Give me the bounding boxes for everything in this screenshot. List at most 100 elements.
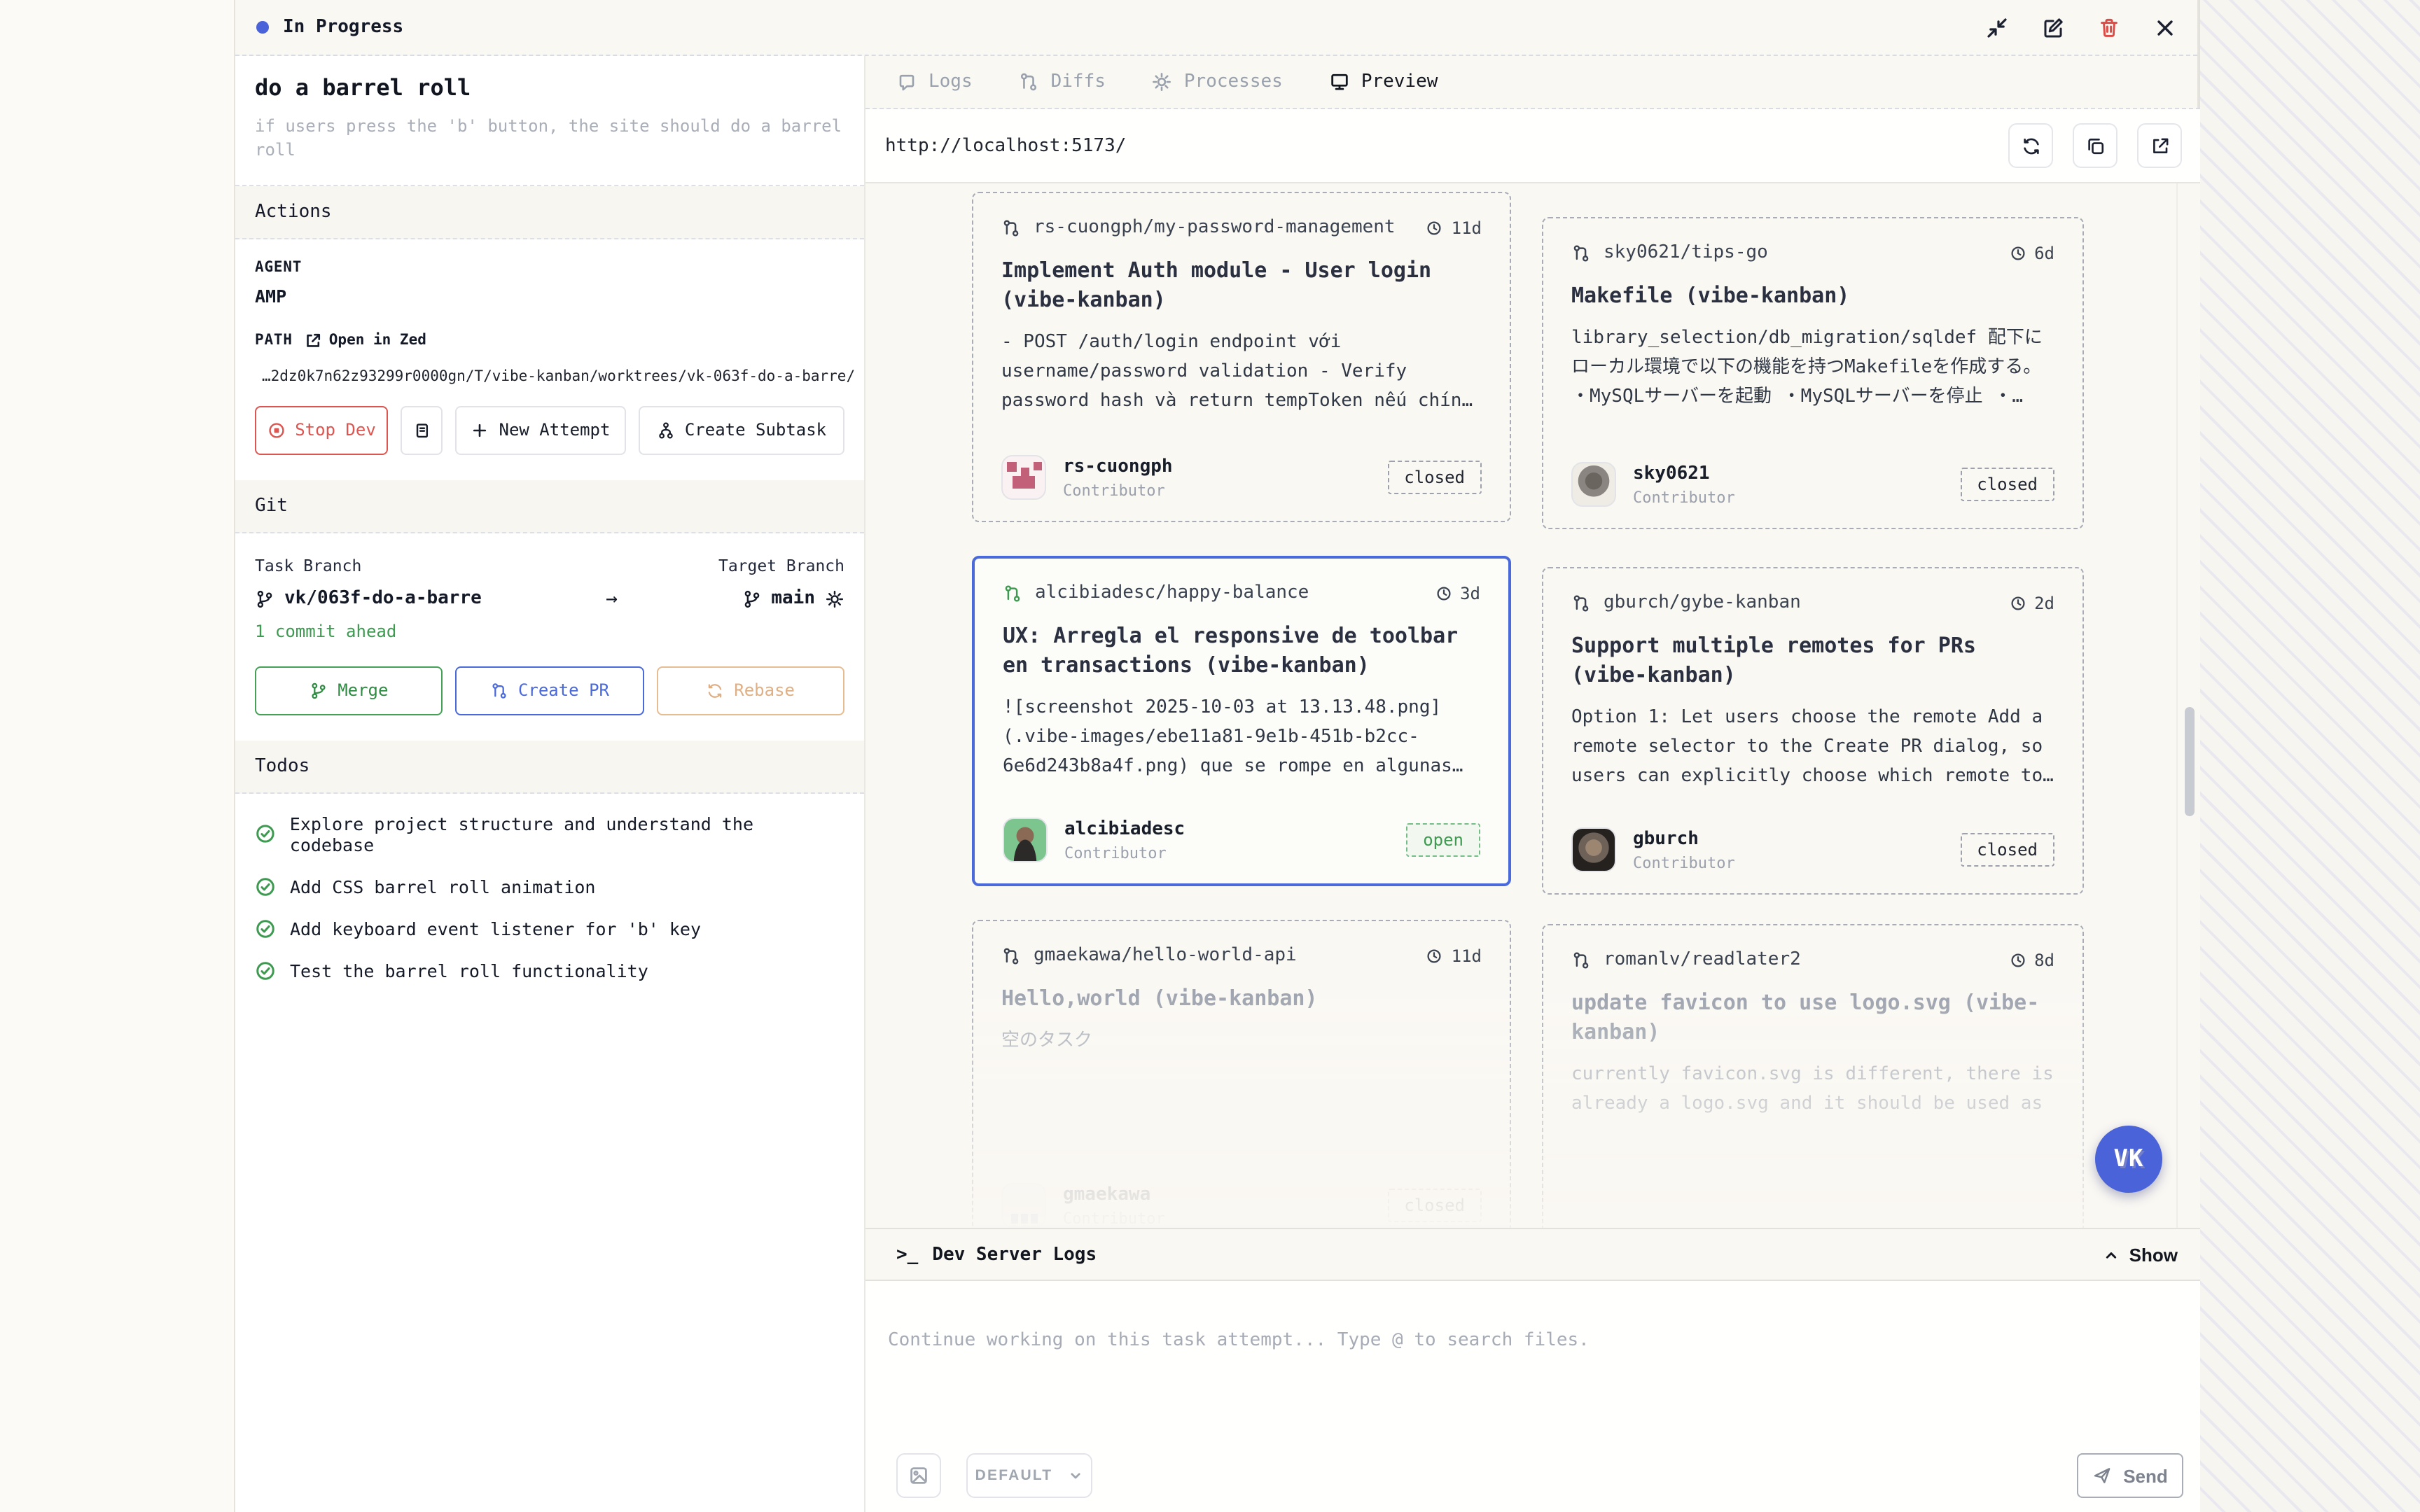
rebase-button[interactable]: Rebase [656,666,844,715]
agent-value: AMP [255,285,287,307]
model-select-dropdown[interactable]: DEFAULT [966,1453,1092,1498]
merge-button[interactable]: Merge [255,666,443,715]
vibe-kanban-widget[interactable]: VK [2095,1126,2162,1193]
edit-icon[interactable] [2042,16,2064,38]
delete-icon[interactable] [2098,16,2120,38]
check-circle-icon [256,961,274,980]
message-composer: Continue working on this task attempt...… [865,1281,2200,1512]
todo-item: Explore project structure and understand… [255,813,844,855]
chevron-up-icon [2106,1252,2117,1258]
todos-section-heading: Todos [235,740,864,794]
clock-icon [1436,586,1450,600]
kanban-card[interactable]: gburch/gybe-kanban 2d Support multiple r… [1542,567,2084,895]
dev-server-logs-bar[interactable]: >_ Dev Server Logs Show [865,1229,2200,1281]
git-branch-icon [257,590,272,608]
new-attempt-button[interactable]: New Attempt [455,405,626,455]
chevron-down-icon [1070,1473,1080,1479]
composer-input[interactable]: Continue working on this task attempt...… [888,1330,1590,1351]
pull-request-icon [492,682,506,699]
avatar [1003,818,1048,862]
pull-request-icon [1005,584,1020,601]
kanban-card[interactable]: romanlv/readlater2 8d update favicon to … [1542,924,2084,1228]
todos-section: Explore project structure and understand… [235,793,864,1028]
refresh-button[interactable] [2008,123,2053,168]
refresh-icon [2023,137,2038,154]
refresh-icon [709,683,722,698]
actions-section: AGENT AMP PATH Open in Zed …2dz0k7n62z93… [235,239,864,480]
scrollbar-thumb[interactable] [2185,707,2195,816]
avatar [1001,1183,1046,1228]
pull-request-icon [1021,73,1037,91]
status-badge: open [1406,823,1480,857]
clock-icon [2010,246,2024,260]
collapse-icon[interactable] [1986,16,2008,38]
vibe-kanban-task-dialog-screen: In Progress do a barrel roll if users pr… [0,0,2420,1512]
task-branch-name: vk/063f-do-a-barre [284,588,482,610]
kanban-card-selected[interactable]: alcibiadesc/happy-balance 3d UX: Arregla… [972,556,1511,886]
task-branch-label: Task Branch [255,555,362,575]
pull-request-icon [1003,947,1019,964]
avatar [1571,827,1616,872]
chat-bubble-icon [899,74,915,91]
git-section: Task Branch Target Branch vk/063f-do-a-b… [235,533,864,741]
tab-diffs[interactable]: Diffs [1019,71,1106,92]
arrow-right-icon: → [606,587,618,610]
check-circle-icon [256,825,274,844]
dialog-header: In Progress [235,0,2197,56]
status-badge: closed [1960,833,2054,867]
attempt-panel: Logs Diffs Processes Preview http://loca… [865,56,2200,1512]
url-input[interactable]: http://localhost:5173/ [885,135,1126,156]
copy-icon [2087,137,2103,154]
preview-divider [2176,183,2178,1228]
todo-item: Test the barrel roll functionality [255,960,844,981]
attach-image-button[interactable] [896,1453,941,1498]
tab-preview[interactable]: Preview [1329,71,1438,92]
target-branch-name: main [771,588,815,610]
vk-logo: VK [2113,1145,2144,1173]
paper-plane-icon [2094,1468,2110,1483]
create-pr-button[interactable]: Create PR [455,666,644,715]
create-subtask-button[interactable]: Create Subtask [639,405,844,455]
clock-icon [1428,948,1442,962]
fork-icon [659,422,673,439]
terminal-prompt-icon: >_ [896,1244,919,1265]
agent-label: AGENT [255,258,302,276]
task-title-block: do a barrel roll if users press the 'b' … [235,56,864,186]
kanban-card[interactable]: sky0621/tips-go 6d Makefile (vibe-kanban… [1542,217,2084,529]
gear-icon[interactable] [825,589,844,609]
plus-icon [473,424,487,437]
send-button[interactable]: Send [2077,1453,2183,1498]
stop-dev-button[interactable]: Stop Dev [255,405,388,455]
git-branch-icon [744,590,759,608]
task-description: if users press the 'b' button, the site … [255,116,842,160]
kanban-card[interactable]: gmaekawa/hello-world-api 11d Hello,world… [972,920,1511,1228]
image-icon [910,1467,927,1484]
clock-icon [1428,220,1442,234]
tab-bar: Logs Diffs Processes Preview [865,56,2200,109]
tab-processes[interactable]: Processes [1152,71,1283,92]
task-sidebar: do a barrel roll if users press the 'b' … [235,56,865,1512]
open-in-zed-link[interactable]: Open in Zed [304,332,426,350]
status-badge: closed [1387,1189,1482,1222]
pull-request-icon [1573,244,1589,261]
close-icon[interactable] [2154,16,2176,38]
copy-url-button[interactable] [2073,123,2118,168]
clock-icon [2010,953,2024,967]
clock-icon [2010,596,2024,610]
tab-logs[interactable]: Logs [896,71,973,92]
open-external-button[interactable] [2137,123,2182,168]
todo-item: Add CSS barrel roll animation [255,876,844,897]
monitor-icon [1331,74,1348,90]
kanban-card[interactable]: rs-cuongph/my-password-management 11d Im… [972,192,1511,522]
show-logs-button[interactable]: Show [2103,1244,2178,1265]
stop-circle-icon [268,422,284,438]
dev-server-logs-label: Dev Server Logs [932,1244,1097,1265]
git-branch-icon [312,682,326,699]
pull-request-icon [1573,951,1589,968]
external-link-icon [307,333,320,347]
backdrop-stripes [2199,0,2420,1512]
actions-section-heading: Actions [235,186,864,239]
raw-logs-button[interactable] [401,405,443,455]
external-link-icon [2153,137,2168,153]
check-circle-icon [256,919,274,938]
